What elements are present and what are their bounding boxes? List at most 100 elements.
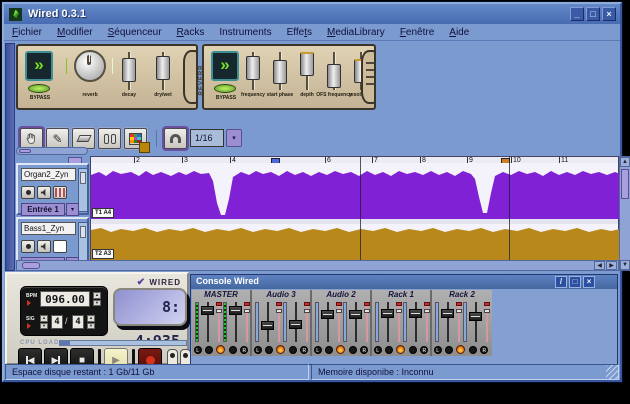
scroll-left-arrow[interactable]: ◀ [594,261,605,270]
volume-fader[interactable] [201,301,214,344]
minimize-button[interactable]: _ [570,7,584,21]
right-button[interactable]: R [480,346,488,354]
mini-scroll-thumb[interactable] [19,149,31,153]
close-button[interactable]: × [602,7,616,21]
menu-sequenceur[interactable]: Séquenceur [108,27,162,38]
pan-fader[interactable] [396,301,402,344]
volume-fader[interactable] [289,301,302,344]
track1-record-arm-button[interactable] [21,186,35,199]
left-button[interactable]: L [194,346,202,354]
pan-fader[interactable] [364,301,370,344]
pan-fader[interactable] [456,301,462,344]
pan-fader[interactable] [276,301,282,344]
menu-fichier[interactable]: Fichier [12,27,42,38]
duplicate-tool-button[interactable] [98,128,121,149]
track1-volume-fader[interactable] [78,168,88,212]
console-pin-button[interactable]: / [555,276,567,288]
scroll-right-arrow[interactable]: ▶ [606,261,617,270]
pan-fader[interactable] [304,301,310,344]
flame-button[interactable] [276,345,285,354]
pan-fader[interactable] [484,301,490,344]
menu-effets[interactable]: Effets [287,27,312,38]
right-button[interactable]: R [240,346,248,354]
flame-button[interactable] [216,345,225,354]
console-title-bar[interactable]: Console Wired [191,275,617,289]
track2-mute-button[interactable] [37,240,51,253]
dot-button[interactable] [229,346,237,354]
track1-name-field[interactable]: Organ2_Zyn [21,168,76,181]
wired-plugin-logo-icon[interactable]: » [211,51,239,81]
menu-medialibrary[interactable]: MediaLibrary [327,27,385,38]
track2-lane[interactable]: T2 A3 [90,224,619,260]
menu-fenetre[interactable]: Fenêtre [400,27,434,38]
dot-button[interactable] [385,346,393,354]
flame-button[interactable] [336,345,345,354]
right-button[interactable]: R [420,346,428,354]
volume-fader[interactable] [349,301,362,344]
rack-scroll-strip[interactable] [5,43,15,271]
volume-fader[interactable] [381,301,394,344]
console-close-button[interactable]: × [583,276,595,288]
track1-mute-button[interactable] [37,186,51,199]
flame-button[interactable] [456,345,465,354]
dot-button[interactable] [445,346,453,354]
bpm-display[interactable]: 096.00 [40,291,90,307]
right-button[interactable]: R [300,346,308,354]
track1-lane[interactable]: T1 A4 [90,163,619,219]
horizontal-scrollbar[interactable]: ◀ ▶ [16,260,619,271]
right-button[interactable]: R [360,346,368,354]
bpm-spinner[interactable]: ▲▼ [93,292,101,306]
menu-modifier[interactable]: Modifier [57,27,93,38]
dot-button[interactable] [349,346,357,354]
volume-fader[interactable] [409,301,422,344]
left-button[interactable]: L [374,346,382,354]
dot-button[interactable] [409,346,417,354]
decay-slider[interactable]: decay [118,50,140,102]
dot-button[interactable] [265,346,273,354]
eraser-tool-button[interactable] [72,128,95,149]
tracklist-mini-scrollbar[interactable] [16,147,88,155]
track1-input-arrow[interactable]: ▾ [66,203,79,216]
color-tool-button[interactable] [124,128,147,149]
title-bar[interactable]: Wired 0.3.1 _ □ × [4,4,620,24]
flame-button[interactable] [396,345,405,354]
volume-fader[interactable] [469,301,482,344]
pencil-tool-button[interactable]: ✎ [46,128,69,149]
dot-button[interactable] [205,346,213,354]
left-button[interactable]: L [434,346,442,354]
track2-record-arm-button[interactable] [21,240,35,253]
dot-button[interactable] [469,346,477,354]
track1-instrument-button[interactable] [53,186,67,199]
console-restore-button[interactable]: □ [569,276,581,288]
sig-num-spinner[interactable]: ▲▼ [40,315,48,329]
maximize-button[interactable]: □ [586,7,600,21]
scroll-down-arrow[interactable]: ▼ [620,260,630,270]
menu-instruments[interactable]: Instruments [219,27,271,38]
reverb-knob[interactable] [74,50,106,82]
volume-fader[interactable] [261,301,274,344]
snap-value-field[interactable]: 1/16 [190,129,224,147]
hand-tool-button[interactable] [20,128,43,149]
h-scroll-thumb[interactable] [22,262,40,269]
snap-dropdown-arrow[interactable]: ▾ [226,129,242,147]
track2-instrument-button[interactable] [53,240,67,253]
dot-button[interactable] [289,346,297,354]
scroll-up-arrow[interactable]: ▲ [620,157,630,167]
drywet-slider[interactable]: dry/wet [152,50,174,102]
sig-den-spinner[interactable]: ▲▼ [87,315,95,329]
snap-magnet-button[interactable] [164,128,187,149]
pan-fader[interactable] [424,301,430,344]
dot-button[interactable] [325,346,333,354]
menu-racks[interactable]: Racks [177,27,205,38]
track2-name-field[interactable]: Bass1_Zyn [21,222,76,235]
pan-fader[interactable] [244,301,250,344]
pan-fader[interactable] [216,301,222,344]
bypass-led-button[interactable] [28,84,50,93]
resize-grip[interactable] [606,365,619,379]
volume-fader[interactable] [229,301,242,344]
vertical-scrollbar[interactable]: ▲ ▼ [619,156,630,271]
volume-fader[interactable] [321,301,334,344]
wired-plugin-logo-icon[interactable]: » [25,51,53,81]
menu-aide[interactable]: Aide [449,27,469,38]
volume-fader[interactable] [441,301,454,344]
